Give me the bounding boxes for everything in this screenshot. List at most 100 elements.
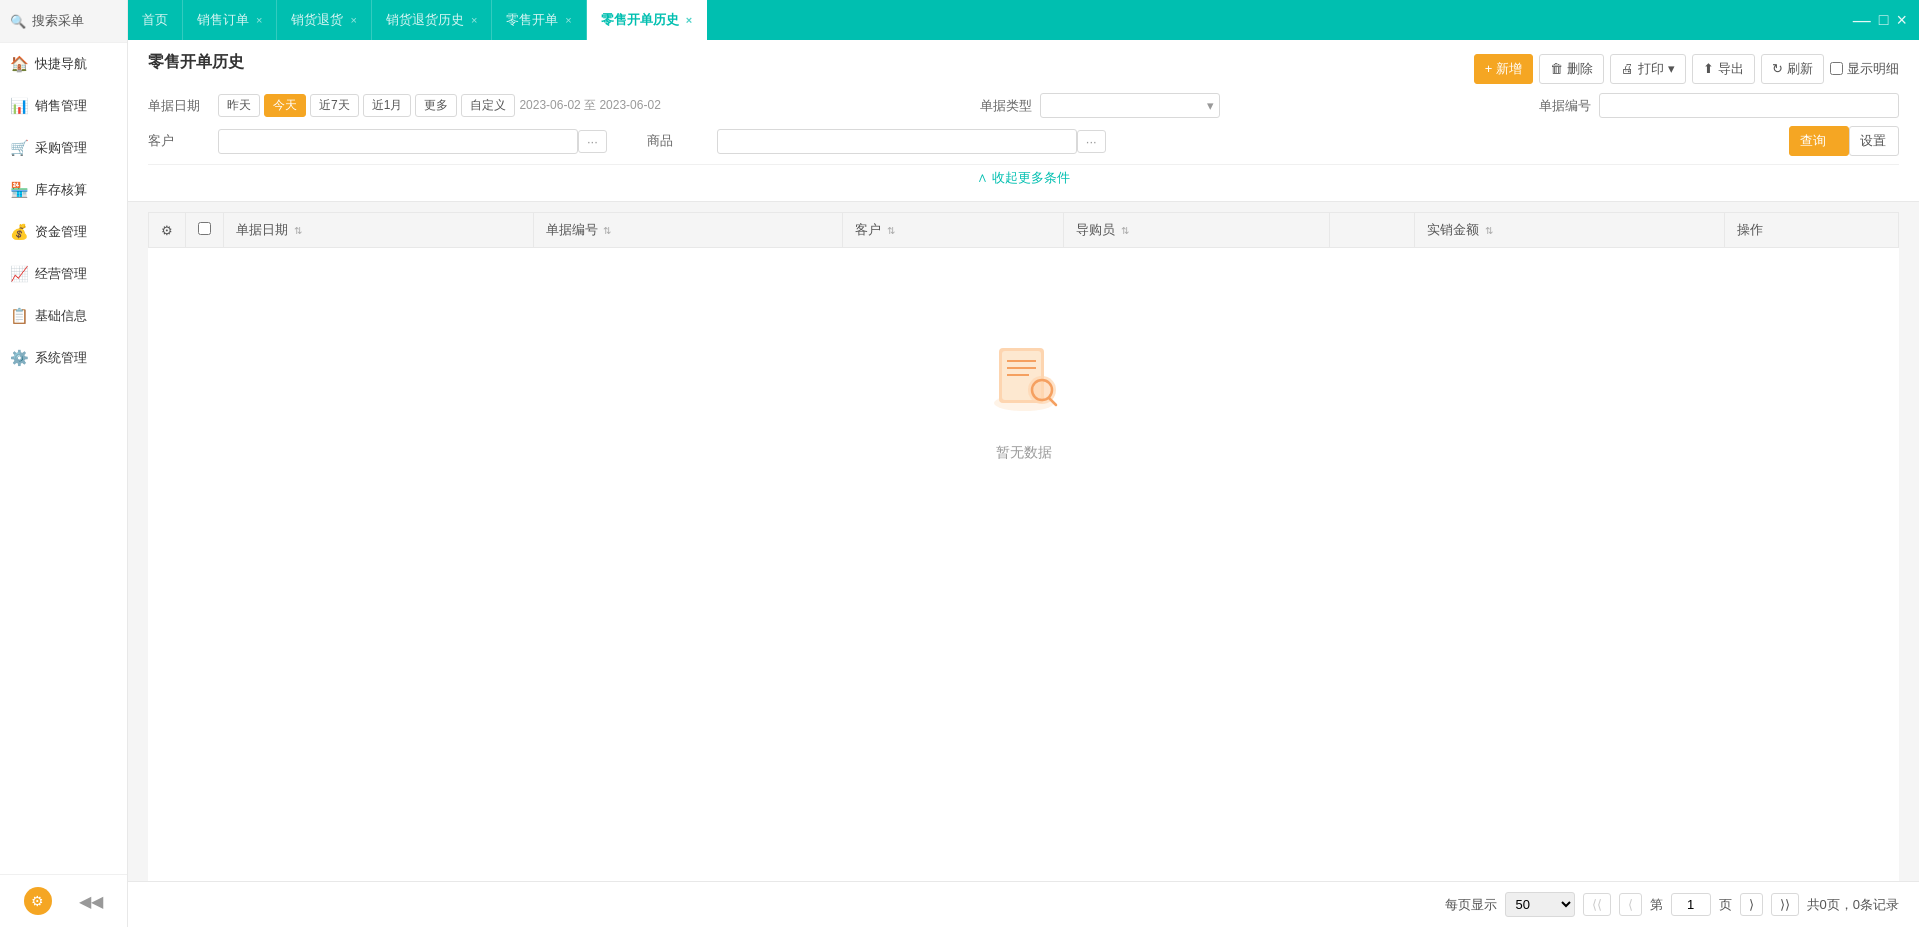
refresh-label: 刷新 xyxy=(1787,60,1813,78)
filter-area: 单据日期 昨天 今天 近7天 近1月 更多 自定义 2023-06-02 至 2… xyxy=(148,93,1899,201)
sidebar-item-label: 系统管理 xyxy=(35,349,87,367)
print-label: 打印 xyxy=(1638,60,1664,78)
tab-retail-open[interactable]: 零售开单 × xyxy=(492,0,586,40)
th-customer[interactable]: 客户 ⇅ xyxy=(843,213,1064,248)
th-amount[interactable]: 实销金额 ⇅ xyxy=(1414,213,1724,248)
customer-input[interactable] xyxy=(218,129,578,154)
per-page-label: 每页显示 xyxy=(1445,896,1497,914)
product-input[interactable] xyxy=(717,129,1077,154)
tab-sales-return[interactable]: 销货退货 × xyxy=(277,0,371,40)
sidebar-item-sales-mgmt[interactable]: 📊 销售管理 xyxy=(0,85,127,127)
th-action-label: 操作 xyxy=(1737,222,1763,237)
chart-icon: 📊 xyxy=(10,97,29,115)
new-button[interactable]: + 新增 xyxy=(1474,54,1533,84)
show-detail-checkbox-label[interactable]: 显示明细 xyxy=(1830,60,1899,78)
type-select[interactable] xyxy=(1040,93,1220,118)
settings-gear-button[interactable]: ⚙ xyxy=(24,887,52,915)
sidebar-item-label: 资金管理 xyxy=(35,223,87,241)
tab-sales-order-close[interactable]: × xyxy=(256,14,262,26)
collapse-more-conditions[interactable]: ∧ 收起更多条件 xyxy=(148,164,1899,191)
date-btn-more[interactable]: 更多 xyxy=(415,94,457,117)
sort-amount-icon: ⇅ xyxy=(1485,225,1493,236)
export-button[interactable]: ⬆ 导出 xyxy=(1692,54,1755,84)
prev-page-button[interactable]: ⟨ xyxy=(1619,893,1642,916)
type-select-wrap xyxy=(1040,93,1220,118)
show-detail-label: 显示明细 xyxy=(1847,60,1899,78)
sidebar-item-label: 销售管理 xyxy=(35,97,87,115)
th-gear[interactable]: ⚙ xyxy=(149,213,186,248)
page-title: 零售开单历史 xyxy=(148,52,244,73)
sidebar-search-label: 搜索采单 xyxy=(32,12,84,30)
maximize-button[interactable]: □ xyxy=(1879,11,1889,29)
top-nav-controls: — □ × xyxy=(1853,10,1919,31)
first-page-button[interactable]: ⟨⟨ xyxy=(1583,893,1611,916)
tab-retail-open-label: 零售开单 xyxy=(506,11,558,29)
sidebar-item-operations[interactable]: 📈 经营管理 xyxy=(0,253,127,295)
date-btn-last7[interactable]: 近7天 xyxy=(310,94,359,117)
date-btn-yesterday[interactable]: 昨天 xyxy=(218,94,260,117)
last-page-button[interactable]: ⟩⟩ xyxy=(1771,893,1799,916)
table-area: ⚙ 单据日期 ⇅ 单据编号 ⇅ 客户 ⇅ xyxy=(148,212,1899,881)
empty-state-cell: 暂无数据 xyxy=(149,248,1899,543)
print-button[interactable]: 🖨 打印 ▾ xyxy=(1610,54,1686,84)
date-filter-label: 单据日期 xyxy=(148,97,218,115)
sidebar-item-purchase-mgmt[interactable]: 🛒 采购管理 xyxy=(0,127,127,169)
page-number-input[interactable] xyxy=(1671,893,1711,916)
store-icon: 🏪 xyxy=(10,181,29,199)
tab-home-label: 首页 xyxy=(142,11,168,29)
date-filter-buttons: 昨天 今天 近7天 近1月 更多 自定义 xyxy=(218,94,515,117)
close-window-button[interactable]: × xyxy=(1896,10,1907,31)
trend-icon: 📈 xyxy=(10,265,29,283)
tab-sales-return-history-close[interactable]: × xyxy=(471,14,477,26)
refresh-button[interactable]: ↻ 刷新 xyxy=(1761,54,1824,84)
sidebar-item-basic-info[interactable]: 📋 基础信息 xyxy=(0,295,127,337)
tab-sales-return-label: 销货退货 xyxy=(291,11,343,29)
date-btn-last-month[interactable]: 近1月 xyxy=(363,94,412,117)
product-ellipsis-button[interactable]: ··· xyxy=(1077,130,1106,153)
tab-sales-order-label: 销售订单 xyxy=(197,11,249,29)
sidebar-item-inventory[interactable]: 🏪 库存核算 xyxy=(0,169,127,211)
th-check[interactable] xyxy=(186,213,224,248)
tab-retail-history-close[interactable]: × xyxy=(686,14,692,26)
next-page-button[interactable]: ⟩ xyxy=(1740,893,1763,916)
type-filter-label: 单据类型 xyxy=(980,97,1040,115)
doc-icon: 📋 xyxy=(10,307,29,325)
page-size-select[interactable]: 50 100 200 xyxy=(1505,892,1575,917)
top-nav: 首页 销售订单 × 销货退货 × 销货退货历史 × 零售开单 × 零售开单历史 … xyxy=(128,0,1919,40)
page-label: 第 xyxy=(1650,896,1663,914)
tab-home[interactable]: 首页 xyxy=(128,0,183,40)
settings-button[interactable]: 设置 xyxy=(1849,126,1899,156)
filter-row-date: 单据日期 昨天 今天 近7天 近1月 更多 自定义 2023-06-02 至 2… xyxy=(148,93,1899,118)
query-button[interactable]: 查询 xyxy=(1789,126,1849,156)
th-date[interactable]: 单据日期 ⇅ xyxy=(224,213,534,248)
sidebar-search[interactable]: 🔍 搜索采单 xyxy=(0,0,127,43)
tab-sales-order[interactable]: 销售订单 × xyxy=(183,0,277,40)
search-icon: 🔍 xyxy=(10,14,26,29)
tab-retail-open-close[interactable]: × xyxy=(565,14,571,26)
number-input[interactable] xyxy=(1599,93,1899,118)
select-all-checkbox[interactable] xyxy=(198,222,211,235)
show-detail-checkbox[interactable] xyxy=(1830,62,1843,75)
tab-retail-history[interactable]: 零售开单历史 × xyxy=(587,0,707,40)
sidebar-item-finance[interactable]: 💰 资金管理 xyxy=(0,211,127,253)
sidebar-item-quick-nav[interactable]: 🏠 快捷导航 xyxy=(0,43,127,85)
date-btn-today[interactable]: 今天 xyxy=(264,94,306,117)
th-date-label: 单据日期 xyxy=(236,222,288,237)
th-guide[interactable]: 导购员 ⇅ xyxy=(1064,213,1329,248)
number-filter-label: 单据编号 xyxy=(1539,97,1599,115)
customer-ellipsis-button[interactable]: ··· xyxy=(578,130,607,153)
tab-sales-return-history[interactable]: 销货退货历史 × xyxy=(372,0,492,40)
sort-date-icon: ⇅ xyxy=(294,225,302,236)
content-header: 零售开单历史 + 新增 🗑 删除 🖨 打印 ▾ ⬆ 导出 ↻ xyxy=(128,40,1919,202)
refresh-icon: ↻ xyxy=(1772,61,1783,76)
th-number[interactable]: 单据编号 ⇅ xyxy=(533,213,843,248)
collapse-sidebar-button[interactable]: ◀◀ xyxy=(79,892,103,911)
collapse-more-label: ∧ 收起更多条件 xyxy=(977,169,1070,187)
tab-retail-history-label: 零售开单历史 xyxy=(601,11,679,29)
delete-button[interactable]: 🗑 删除 xyxy=(1539,54,1604,84)
tab-sales-return-close[interactable]: × xyxy=(350,14,356,26)
minimize-button[interactable]: — xyxy=(1853,10,1871,31)
date-btn-custom[interactable]: 自定义 xyxy=(461,94,515,117)
sidebar-item-system-mgmt[interactable]: ⚙️ 系统管理 xyxy=(0,337,127,379)
tab-sales-return-history-label: 销货退货历史 xyxy=(386,11,464,29)
